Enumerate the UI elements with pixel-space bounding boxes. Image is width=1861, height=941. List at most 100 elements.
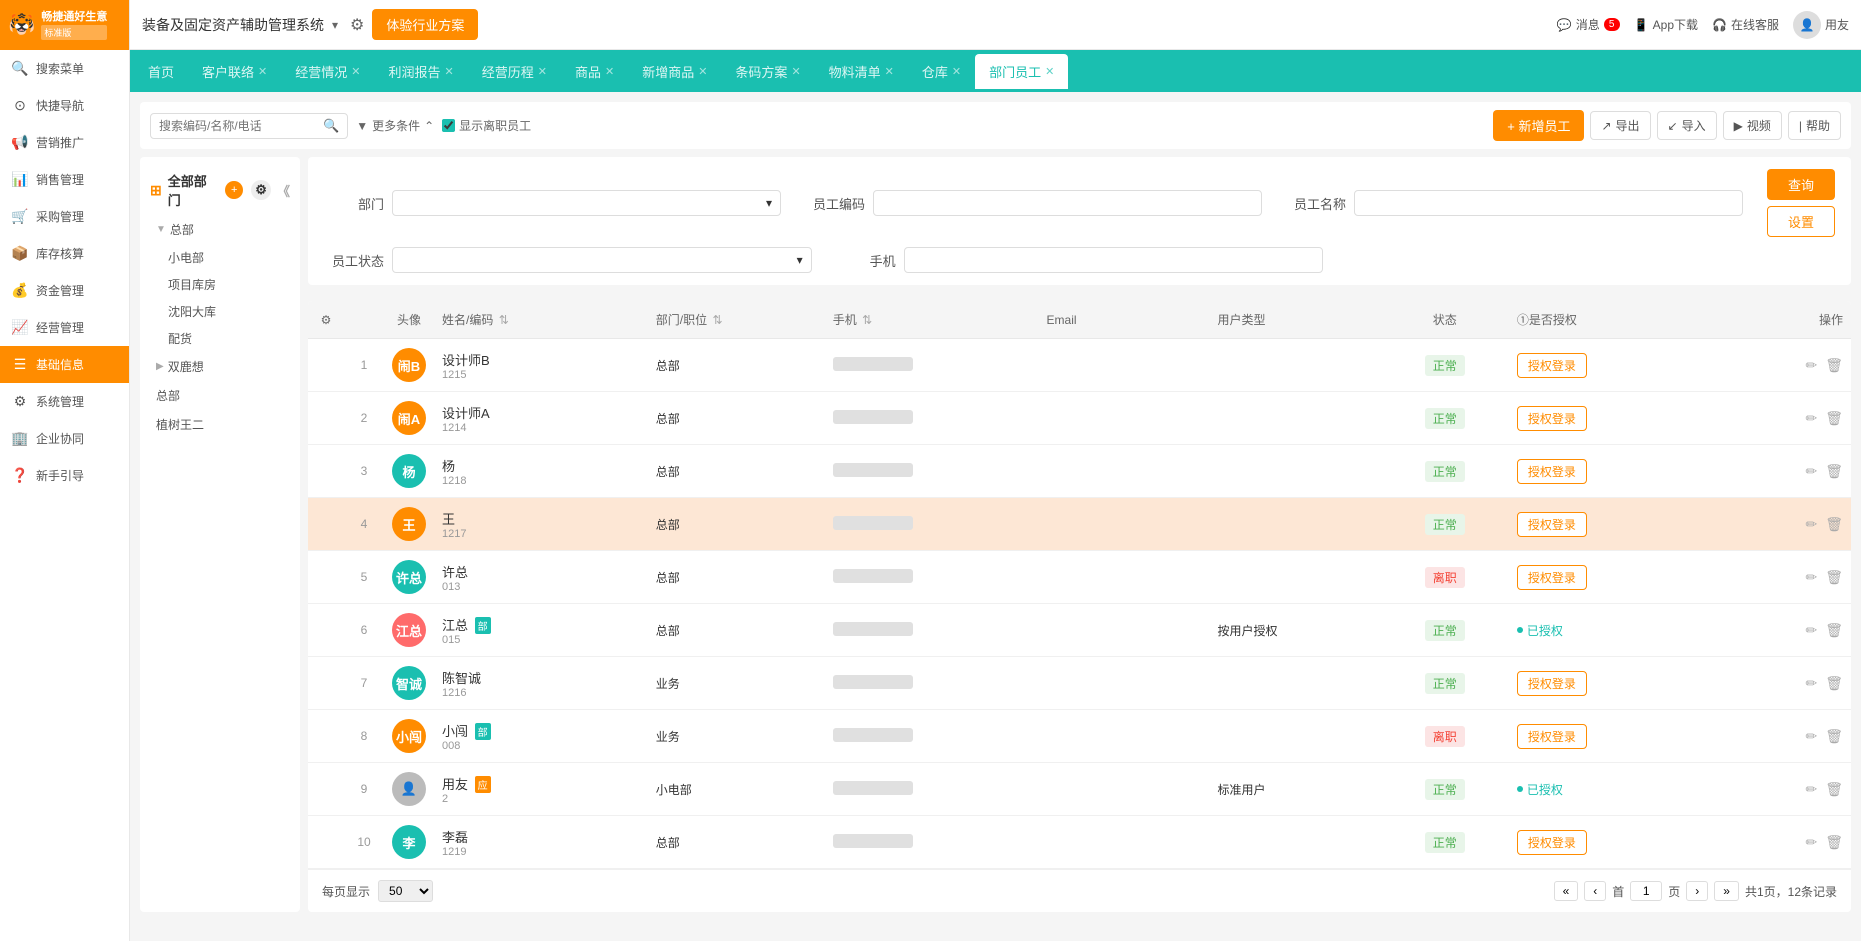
tab-barcode[interactable]: 条码方案 ✕ (721, 54, 814, 89)
status-select[interactable]: ▾ (392, 247, 812, 273)
col-dept-header[interactable]: 部门/职位 ⇅ (648, 301, 825, 339)
tab-operation-status[interactable]: 经营情况 ✕ (281, 54, 374, 89)
message-btn[interactable]: 💬 消息 5 (1557, 16, 1620, 33)
tab-new-goods-close[interactable]: ✕ (698, 65, 707, 78)
more-filter-btn[interactable]: ▼ 更多条件 ⌃ (356, 117, 434, 134)
dept-sub-item-shenyang[interactable]: 沈阳大库 (140, 298, 300, 325)
sidebar-item-sales[interactable]: 📊 销售管理 (0, 161, 129, 198)
dept-sub-item-distribution[interactable]: 配货 (140, 325, 300, 352)
auth-btn[interactable]: 授权登录 (1517, 724, 1587, 749)
add-dept-btn[interactable]: + (225, 181, 243, 199)
tab-barcode-close[interactable]: ✕ (791, 65, 800, 78)
row-auth[interactable]: 授权登录 (1509, 816, 1723, 869)
dept-select[interactable]: ▾ (392, 190, 781, 216)
tab-customer-close[interactable]: ✕ (258, 65, 267, 78)
row-auth[interactable]: 授权登录 (1509, 339, 1723, 392)
sidebar-item-purchase[interactable]: 🛒 采购管理 (0, 198, 129, 235)
help-btn[interactable]: | 帮助 (1788, 111, 1841, 140)
tab-operation-progress-close[interactable]: ✕ (538, 65, 547, 78)
edit-icon[interactable]: ✏ (1805, 410, 1817, 427)
tab-goods-close[interactable]: ✕ (605, 65, 614, 78)
add-employee-btn[interactable]: + 新增员工 (1493, 110, 1584, 141)
export-btn[interactable]: ↗ 导出 (1590, 111, 1650, 140)
import-btn[interactable]: ↙ 导入 (1657, 111, 1717, 140)
page-number-input[interactable] (1630, 881, 1662, 901)
sidebar-item-basic[interactable]: ☰ 基础信息 (0, 346, 129, 383)
experience-btn[interactable]: 体验行业方案 (372, 9, 478, 40)
row-auth[interactable]: 授权登录 (1509, 498, 1723, 551)
row-auth[interactable]: 已授权 (1509, 763, 1723, 816)
dept-item-dual-dream[interactable]: ▶ 双鹿想 (140, 352, 300, 381)
auth-btn[interactable]: 授权登录 (1517, 830, 1587, 855)
tab-profit[interactable]: 利润报告 ✕ (374, 54, 467, 89)
first-page-btn[interactable]: « (1554, 881, 1579, 901)
dept-item-plant-king[interactable]: 植树王二 (140, 410, 300, 439)
sidebar-item-search[interactable]: 🔍 搜索菜单 (0, 50, 129, 87)
edit-icon[interactable]: ✏ (1805, 357, 1817, 374)
auth-btn[interactable]: 授权登录 (1517, 512, 1587, 537)
tab-dept-staff[interactable]: 部门员工 ✕ (975, 54, 1068, 89)
dept-settings-btn[interactable]: ⚙ (251, 180, 271, 200)
sidebar-item-inventory[interactable]: 📦 库存核算 (0, 235, 129, 272)
prev-page-btn[interactable]: ‹ (1584, 881, 1606, 901)
tab-material[interactable]: 物料清单 ✕ (815, 54, 908, 89)
user-menu[interactable]: 👤 用友 (1793, 11, 1849, 39)
auth-btn[interactable]: 授权登录 (1517, 459, 1587, 484)
edit-icon[interactable]: ✏ (1805, 675, 1817, 692)
dept-item-head[interactable]: ▼ 总部 (140, 215, 300, 244)
collapse-dept-btn[interactable]: 《 (277, 181, 290, 200)
row-auth[interactable]: 授权登录 (1509, 551, 1723, 604)
search-box[interactable]: 🔍 (150, 113, 348, 139)
auth-btn[interactable]: 授权登录 (1517, 671, 1587, 696)
row-auth[interactable]: 授权登录 (1509, 392, 1723, 445)
row-auth[interactable]: 授权登录 (1509, 657, 1723, 710)
sidebar-item-shortcut[interactable]: ⊙ 快捷导航 (0, 87, 129, 124)
tab-goods[interactable]: 商品 ✕ (561, 54, 628, 89)
dept-sub-item-small-electronics[interactable]: 小电部 (140, 244, 300, 271)
view-btn[interactable]: ▶ 视频 (1723, 111, 1782, 140)
sidebar-item-system[interactable]: ⚙ 系统管理 (0, 383, 129, 420)
row-auth[interactable]: 授权登录 (1509, 710, 1723, 763)
delete-icon[interactable]: 🗑 (1825, 357, 1843, 374)
system-dropdown[interactable]: ▾ (332, 18, 338, 32)
tab-operation-status-close[interactable]: ✕ (351, 65, 360, 78)
tab-warehouse-close[interactable]: ✕ (952, 65, 961, 78)
tab-profit-close[interactable]: ✕ (445, 65, 454, 78)
set-btn[interactable]: 设置 (1767, 206, 1835, 237)
col-phone-header[interactable]: 手机 ⇅ (825, 301, 1039, 339)
delete-icon[interactable]: 🗑 (1825, 781, 1843, 798)
next-page-btn[interactable]: › (1686, 881, 1708, 901)
delete-icon[interactable]: 🗑 (1825, 834, 1843, 851)
delete-icon[interactable]: 🗑 (1825, 516, 1843, 533)
auth-btn[interactable]: 授权登录 (1517, 406, 1587, 431)
tab-new-goods[interactable]: 新增商品 ✕ (628, 54, 721, 89)
dept-sub-item-project-room[interactable]: 项目库房 (140, 271, 300, 298)
tab-dept-staff-close[interactable]: ✕ (1045, 65, 1054, 78)
sidebar-item-guide[interactable]: ❓ 新手引导 (0, 457, 129, 494)
col-name-header[interactable]: 姓名/编码 ⇅ (434, 301, 648, 339)
tab-operation-progress[interactable]: 经营历程 ✕ (468, 54, 561, 89)
show-resigned-toggle[interactable]: 显示离职员工 (442, 117, 531, 134)
edit-icon[interactable]: ✏ (1805, 463, 1817, 480)
online-service-btn[interactable]: 🎧 在线客服 (1712, 16, 1779, 33)
page-size-select[interactable]: 50 20 100 (378, 880, 433, 902)
auth-btn[interactable]: 授权登录 (1517, 353, 1587, 378)
sidebar-item-marketing[interactable]: 📢 营销推广 (0, 124, 129, 161)
employee-name-input[interactable] (1354, 190, 1743, 216)
employee-code-input[interactable] (873, 190, 1262, 216)
tab-warehouse[interactable]: 仓库 ✕ (908, 54, 975, 89)
col-settings[interactable]: ⚙ (308, 301, 344, 339)
edit-icon[interactable]: ✏ (1805, 781, 1817, 798)
query-btn[interactable]: 查询 (1767, 169, 1835, 200)
edit-icon[interactable]: ✏ (1805, 728, 1817, 745)
gear-icon[interactable]: ⚙ (350, 15, 364, 35)
delete-icon[interactable]: 🗑 (1825, 569, 1843, 586)
row-auth[interactable]: 已授权 (1509, 604, 1723, 657)
tab-material-close[interactable]: ✕ (885, 65, 894, 78)
sidebar-item-capital[interactable]: 💰 资金管理 (0, 272, 129, 309)
delete-icon[interactable]: 🗑 (1825, 728, 1843, 745)
app-download-btn[interactable]: 📱 App下载 (1634, 16, 1698, 33)
phone-input[interactable] (904, 247, 1324, 273)
delete-icon[interactable]: 🗑 (1825, 410, 1843, 427)
delete-icon[interactable]: 🗑 (1825, 622, 1843, 639)
